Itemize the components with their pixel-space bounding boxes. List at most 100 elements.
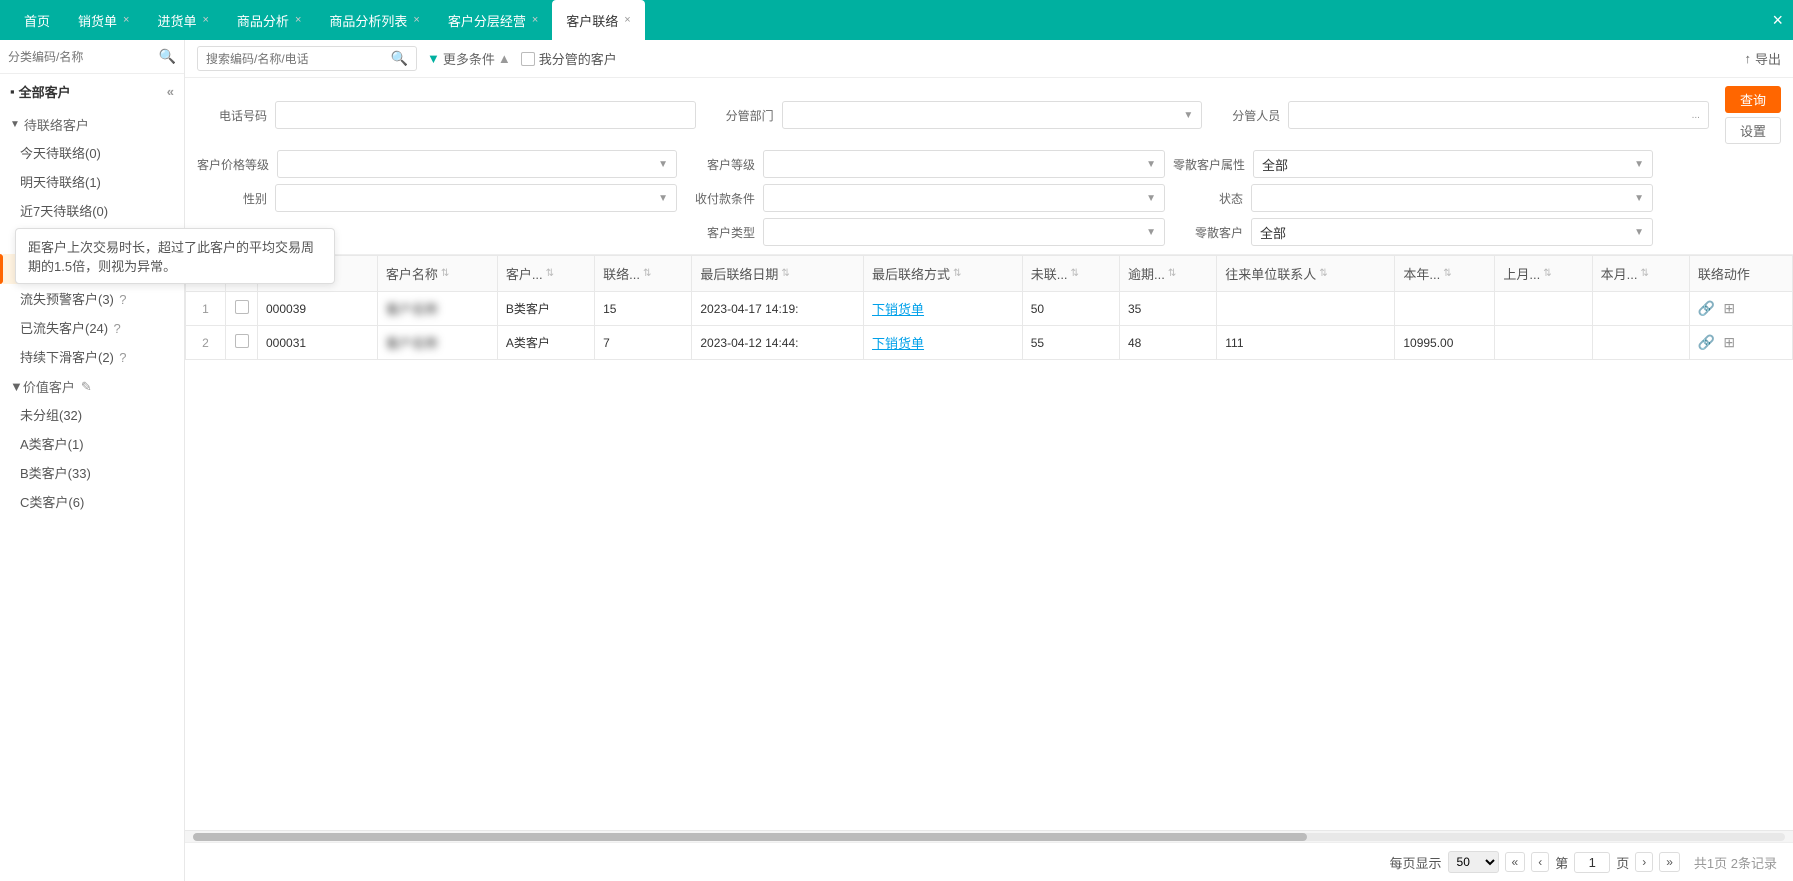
settings-button[interactable]: 设置 <box>1725 117 1781 144</box>
top-nav: 首页 销货单 × 进货单 × 商品分析 × 商品分析列表 × 客户分层经营 × … <box>0 0 1793 40</box>
th-this-month: 本月... ⇅ <box>1592 256 1689 292</box>
close-customer-contact-tab[interactable]: × <box>624 14 630 26</box>
sidebar-item-class-a[interactable]: A类客户(1) <box>0 429 184 458</box>
sidebar-search-input[interactable] <box>8 50 155 64</box>
nav-customer-segment[interactable]: 客户分层经营 × <box>434 0 552 40</box>
prev-contact-sort-icon[interactable]: ⇅ <box>1319 268 1327 279</box>
main-search-input[interactable] <box>206 52 391 66</box>
churned-help-icon[interactable]: ? <box>113 321 120 336</box>
dept-select[interactable]: ▼ <box>782 101 1203 129</box>
this-year-sort-icon[interactable]: ⇅ <box>1443 268 1451 279</box>
retail-attr-select[interactable]: 全部 ▼ <box>1253 150 1653 178</box>
gender-arrow-icon: ▼ <box>658 193 668 204</box>
row2-prev-contact: 111 <box>1217 326 1395 360</box>
main-search-icon[interactable]: 🔍 <box>391 50 408 67</box>
row2-cb[interactable] <box>226 326 258 360</box>
next-page-button[interactable]: › <box>1635 852 1653 872</box>
sidebar-search-box[interactable]: 🔍 <box>0 40 184 74</box>
gender-select[interactable]: ▼ <box>275 184 677 212</box>
sidebar-item-7days[interactable]: 近7天待联络(0) <box>0 196 184 225</box>
filter-expand-icon: ▲ <box>498 51 511 66</box>
page-label: 第 <box>1555 853 1568 872</box>
value-customers-group[interactable]: ▼ 价值客户 ✎ <box>0 371 184 400</box>
export-button[interactable]: ↑ 导出 <box>1744 49 1781 68</box>
th-not-contact: 未联... ⇅ <box>1022 256 1119 292</box>
table-row: 2 000031 客户名称 A类客户 7 2023-04-12 14:44: 下… <box>186 326 1793 360</box>
last-page-button[interactable]: » <box>1659 852 1680 872</box>
customer-type-select[interactable]: ▼ <box>763 218 1165 246</box>
my-customers-checkbox[interactable]: 我分管的客户 <box>521 49 617 68</box>
way-sort-icon[interactable]: ⇅ <box>953 268 961 279</box>
customer-grade-select[interactable]: ▼ <box>763 150 1165 178</box>
type-sort-icon[interactable]: ⇅ <box>546 268 554 279</box>
nav-home[interactable]: 首页 <box>10 0 64 40</box>
close-customer-segment-tab[interactable]: × <box>532 14 538 26</box>
sidebar-item-declining[interactable]: 持续下滑客户(2) ? <box>0 342 184 371</box>
row1-actions: 🔗 ⊞ <box>1689 292 1792 326</box>
sidebar-item-churn-warning[interactable]: 流失预警客户(3) ? <box>0 284 184 313</box>
prev-page-button[interactable]: ‹ <box>1531 852 1549 872</box>
close-purchase-tab[interactable]: × <box>202 14 208 26</box>
retail-attr-arrow-icon: ▼ <box>1634 159 1644 170</box>
overdue-sort-icon[interactable]: ⇅ <box>1168 268 1176 279</box>
declining-help-icon[interactable]: ? <box>119 350 126 365</box>
row2-grid-icon[interactable]: ⊞ <box>1723 334 1735 351</box>
scroll-track[interactable] <box>193 833 1785 841</box>
row2-type: A类客户 <box>497 326 594 360</box>
row1-name-text: 客户名称 <box>386 302 438 317</box>
filter-phone: 电话号码 <box>197 101 696 129</box>
first-page-button[interactable]: « <box>1505 852 1526 872</box>
my-customers-cb[interactable] <box>521 52 535 66</box>
not-contact-sort-icon[interactable]: ⇅ <box>1071 268 1079 279</box>
window-close-button[interactable]: × <box>1772 10 1783 31</box>
nav-customer-contact[interactable]: 客户联络 × <box>552 0 644 40</box>
row1-link-icon[interactable]: 🔗 <box>1698 300 1715 317</box>
close-sales-tab[interactable]: × <box>123 14 129 26</box>
this-month-sort-icon[interactable]: ⇅ <box>1640 268 1648 279</box>
price-grade-select[interactable]: ▼ <box>277 150 677 178</box>
date-sort-icon[interactable]: ⇅ <box>781 268 789 279</box>
payment-select[interactable]: ▼ <box>763 184 1165 212</box>
name-sort-icon[interactable]: ⇅ <box>441 268 449 279</box>
table-header-row: ⚙ 客户编码 ⇅ 客户名称 <box>186 256 1793 292</box>
nav-product-analysis[interactable]: 商品分析 × <box>223 0 315 40</box>
current-page-input[interactable] <box>1574 852 1610 873</box>
churn-warning-help-icon[interactable]: ? <box>119 292 126 307</box>
sidebar-item-class-c[interactable]: C类客户(6) <box>0 487 184 516</box>
phone-input[interactable] <box>275 101 696 129</box>
scroll-thumb[interactable] <box>193 833 1307 841</box>
person-select[interactable]: ... <box>1288 101 1709 129</box>
main-search-box[interactable]: 🔍 <box>197 46 417 71</box>
content-area: 🔍 ▼ 更多条件 ▲ 我分管的客户 ↑ 导出 电话号码 <box>185 40 1793 881</box>
retail-customer-select[interactable]: 全部 ▼ <box>1251 218 1653 246</box>
query-button[interactable]: 查询 <box>1725 86 1781 113</box>
status-select[interactable]: ▼ <box>1251 184 1653 212</box>
sidebar-item-tomorrow[interactable]: 明天待联络(1) <box>0 167 184 196</box>
close-product-analysis-tab[interactable]: × <box>295 14 301 26</box>
sidebar-item-class-b[interactable]: B类客户(33) <box>0 458 184 487</box>
nav-purchase[interactable]: 进货单 × <box>143 0 222 40</box>
all-customers-section[interactable]: ▪ 全部客户 « <box>0 74 184 109</box>
export-icon: ↑ <box>1744 51 1751 66</box>
contact-sort-icon[interactable]: ⇅ <box>643 268 651 279</box>
row1-cb[interactable] <box>226 292 258 326</box>
nav-sales[interactable]: 销货单 × <box>64 0 143 40</box>
sidebar-item-today[interactable]: 今天待联络(0) <box>0 138 184 167</box>
collapse-icon[interactable]: « <box>167 84 174 99</box>
horizontal-scrollbar[interactable] <box>185 830 1793 842</box>
sidebar-item-ungrouped[interactable]: 未分组(32) <box>0 400 184 429</box>
pending-contact-group[interactable]: ▼ 待联络客户 <box>0 109 184 138</box>
close-product-analysis-list-tab[interactable]: × <box>413 14 419 26</box>
row2-last-way[interactable]: 下销货单 <box>864 326 1023 360</box>
value-customers-edit-icon[interactable]: ✎ <box>81 379 92 395</box>
more-filters-button[interactable]: ▼ 更多条件 ▲ <box>427 49 511 68</box>
row1-overdue: 35 <box>1119 292 1216 326</box>
nav-product-analysis-list[interactable]: 商品分析列表 × <box>315 0 433 40</box>
row1-grid-icon[interactable]: ⊞ <box>1723 300 1735 317</box>
last-month-sort-icon[interactable]: ⇅ <box>1543 268 1551 279</box>
row2-link-icon[interactable]: 🔗 <box>1698 334 1715 351</box>
sidebar-item-churned[interactable]: 已流失客户(24) ? <box>0 313 184 342</box>
filter-price-grade: 客户价格等级 ▼ <box>197 150 677 178</box>
per-page-select[interactable]: 50 100 200 <box>1448 851 1499 873</box>
row1-last-way[interactable]: 下销货单 <box>864 292 1023 326</box>
